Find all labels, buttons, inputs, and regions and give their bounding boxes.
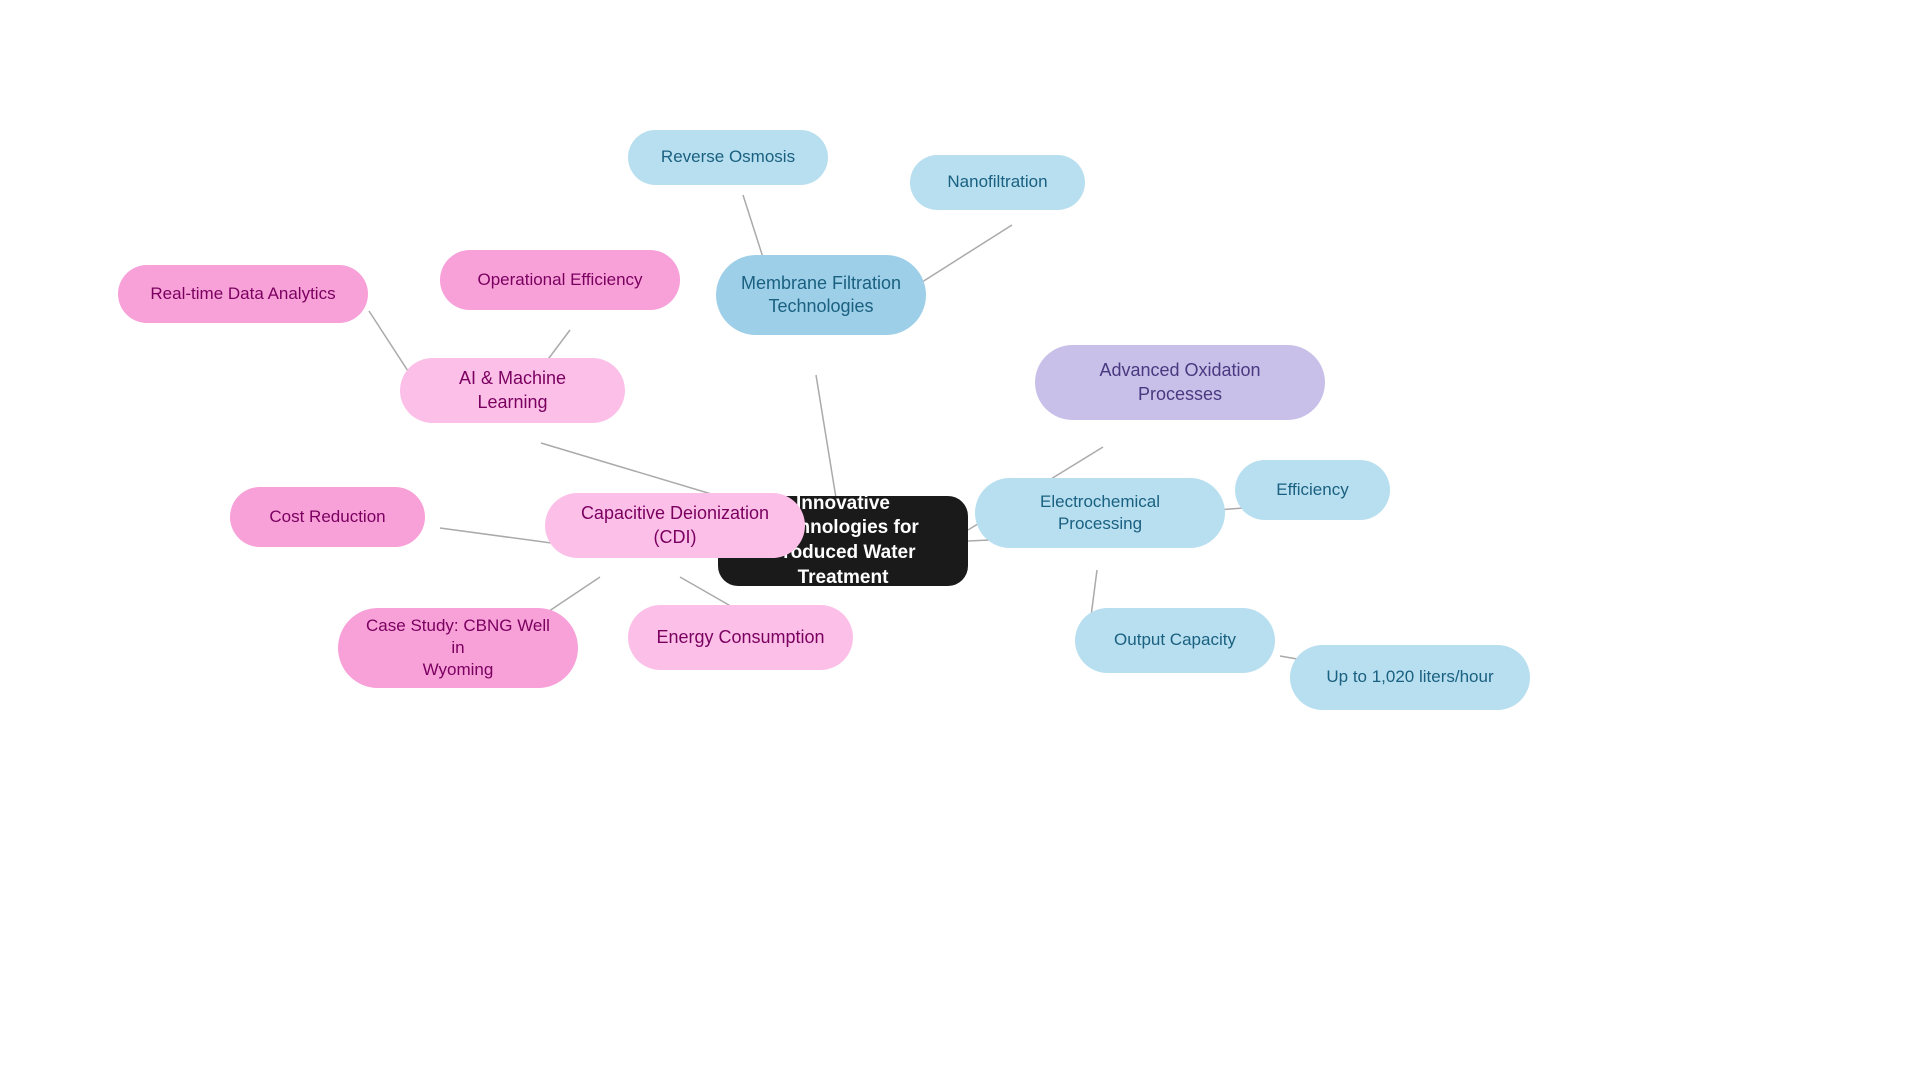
operational-efficiency-label: Operational Efficiency <box>477 269 642 291</box>
liters-hour-label: Up to 1,020 liters/hour <box>1326 666 1493 688</box>
capacitive-deionization-label: Capacitive Deionization (CDI) <box>569 502 781 549</box>
advanced-oxidation-node[interactable]: Advanced Oxidation Processes <box>1035 345 1325 420</box>
energy-consumption-label: Energy Consumption <box>656 626 824 649</box>
realtime-analytics-node[interactable]: Real-time Data Analytics <box>118 265 368 323</box>
energy-consumption-node[interactable]: Energy Consumption <box>628 605 853 670</box>
nanofiltration-node[interactable]: Nanofiltration <box>910 155 1085 210</box>
electrochemical-node[interactable]: Electrochemical Processing <box>975 478 1225 548</box>
realtime-analytics-label: Real-time Data Analytics <box>150 283 335 305</box>
cost-reduction-node[interactable]: Cost Reduction <box>230 487 425 547</box>
case-study-node[interactable]: Case Study: CBNG Well in Wyoming <box>338 608 578 688</box>
electrochemical-label: Electrochemical Processing <box>999 491 1201 535</box>
case-study-label: Case Study: CBNG Well in Wyoming <box>362 615 554 681</box>
output-capacity-node[interactable]: Output Capacity <box>1075 608 1275 673</box>
ai-ml-label: AI & Machine Learning <box>424 367 601 414</box>
operational-efficiency-node[interactable]: Operational Efficiency <box>440 250 680 310</box>
cost-reduction-label: Cost Reduction <box>269 506 385 528</box>
membrane-filtration-node[interactable]: Membrane Filtration Technologies <box>716 255 926 335</box>
reverse-osmosis-node[interactable]: Reverse Osmosis <box>628 130 828 185</box>
advanced-oxidation-label: Advanced Oxidation Processes <box>1059 359 1301 406</box>
liters-hour-node[interactable]: Up to 1,020 liters/hour <box>1290 645 1530 710</box>
efficiency-node[interactable]: Efficiency <box>1235 460 1390 520</box>
nanofiltration-label: Nanofiltration <box>947 171 1047 193</box>
membrane-filtration-label: Membrane Filtration Technologies <box>741 272 901 319</box>
capacitive-deionization-node[interactable]: Capacitive Deionization (CDI) <box>545 493 805 558</box>
efficiency-label: Efficiency <box>1276 479 1348 501</box>
reverse-osmosis-label: Reverse Osmosis <box>661 146 795 168</box>
output-capacity-label: Output Capacity <box>1114 629 1236 651</box>
ai-ml-node[interactable]: AI & Machine Learning <box>400 358 625 423</box>
